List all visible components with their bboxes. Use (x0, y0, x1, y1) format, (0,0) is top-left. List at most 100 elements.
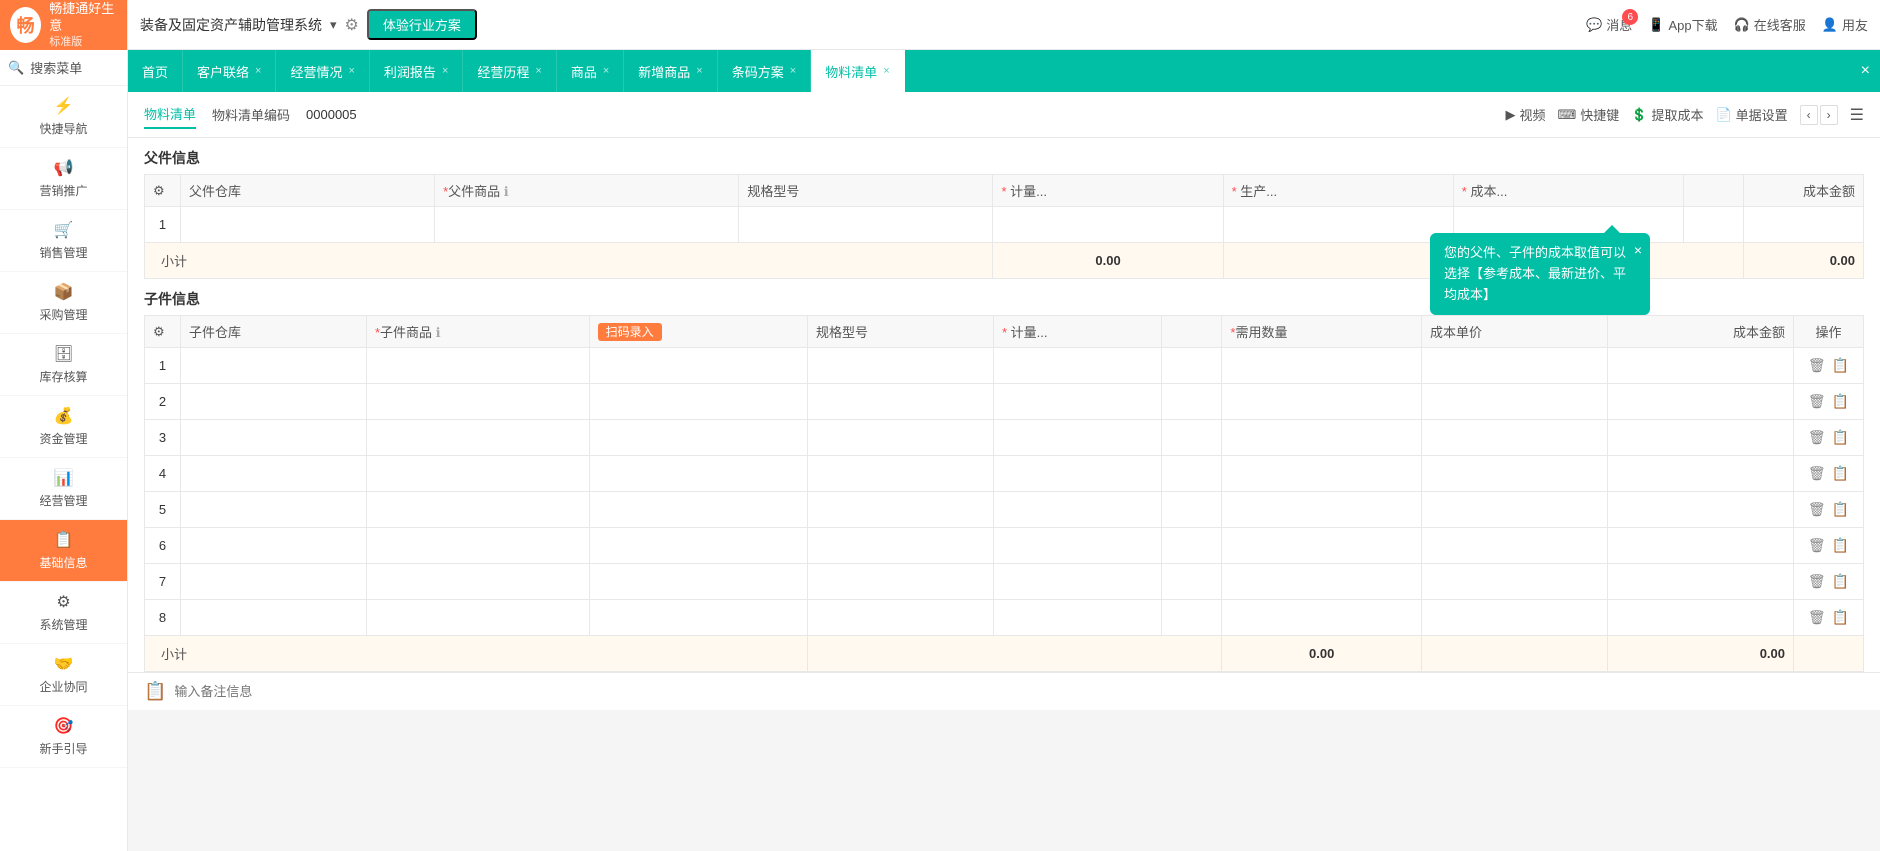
child-row2-spec[interactable] (807, 384, 993, 420)
child-row8-product[interactable] (366, 600, 589, 636)
prev-button[interactable]: ‹ (1800, 105, 1818, 125)
child-row7-product[interactable] (366, 564, 589, 600)
child-row6-product[interactable] (366, 528, 589, 564)
child-row8-unit-cost[interactable] (1422, 600, 1608, 636)
tab-barcode-close[interactable]: × (790, 65, 796, 77)
next-button[interactable]: › (1820, 105, 1838, 125)
child-col-scan[interactable]: 扫码录入 (589, 316, 807, 348)
child-row6-unit[interactable] (993, 528, 1161, 564)
tab-customer[interactable]: 客户联络 × (183, 50, 276, 92)
tab-home[interactable]: 首页 (128, 50, 183, 92)
child-col-settings[interactable]: ⚙ (145, 316, 181, 348)
copy-icon[interactable]: 📋 (1832, 609, 1849, 626)
delete-icon[interactable]: 🗑 (1808, 429, 1826, 446)
child-row4-unit[interactable] (993, 456, 1161, 492)
sidebar-item-system[interactable]: ⚙ 系统管理 (0, 582, 127, 644)
copy-icon[interactable]: 📋 (1832, 573, 1849, 590)
child-row1-unit[interactable] (993, 348, 1161, 384)
child-row3-warehouse[interactable] (181, 420, 367, 456)
child-row2-warehouse[interactable] (181, 384, 367, 420)
sidebar-item-search[interactable]: 🔍 搜索菜单 (0, 50, 127, 86)
tab-customer-close[interactable]: × (255, 65, 261, 77)
sidebar-item-collab[interactable]: 🤝 企业协同 (0, 644, 127, 706)
copy-icon[interactable]: 📋 (1832, 357, 1849, 374)
child-row7-unit-cost[interactable] (1422, 564, 1608, 600)
child-row1-qty[interactable] (1222, 348, 1422, 384)
single-setup-button[interactable]: 📄 单据设置 (1715, 105, 1787, 124)
child-row1-warehouse[interactable] (181, 348, 367, 384)
delete-icon[interactable]: 🗑 (1808, 609, 1826, 626)
child-row6-unit-cost[interactable] (1422, 528, 1608, 564)
child-row3-spec[interactable] (807, 420, 993, 456)
child-row3-unit-cost[interactable] (1422, 420, 1608, 456)
child-row5-warehouse[interactable] (181, 492, 367, 528)
scan-button[interactable]: 扫码录入 (598, 323, 662, 341)
child-row5-qty[interactable] (1222, 492, 1422, 528)
shortcut-button[interactable]: ⌨ 快捷键 (1557, 105, 1619, 124)
child-row5-unit-cost[interactable] (1422, 492, 1608, 528)
parent-row-production[interactable] (1223, 207, 1453, 243)
child-row8-unit[interactable] (993, 600, 1161, 636)
delete-icon[interactable]: 🗑 (1808, 357, 1826, 374)
tab-goods-close[interactable]: × (603, 65, 609, 77)
child-row3-unit[interactable] (993, 420, 1161, 456)
close-all-tabs-button[interactable]: × (1851, 62, 1880, 80)
child-row8-spec[interactable] (807, 600, 993, 636)
child-row7-unit[interactable] (993, 564, 1161, 600)
tab-new-goods-close[interactable]: × (696, 65, 702, 77)
sidebar-item-inventory[interactable]: 🗄 库存核算 (0, 334, 127, 396)
parent-col-settings[interactable]: ⚙ (145, 175, 181, 207)
tooltip-close-button[interactable]: × (1634, 239, 1642, 261)
system-dropdown[interactable]: ▾ (330, 17, 337, 33)
parent-row-unit[interactable] (993, 207, 1223, 243)
page-tab-bom-code[interactable]: 物料清单编码 (212, 101, 290, 128)
child-row5-product[interactable] (366, 492, 589, 528)
parent-row-warehouse[interactable] (181, 207, 435, 243)
parent-row-product[interactable] (435, 207, 739, 243)
child-row8-qty[interactable] (1222, 600, 1422, 636)
sidebar-item-sales[interactable]: 🛒 销售管理 (0, 210, 127, 272)
tab-profit-close[interactable]: × (442, 65, 448, 77)
tab-operations[interactable]: 经营情况 × (276, 50, 369, 92)
child-row4-unit-cost[interactable] (1422, 456, 1608, 492)
child-row4-spec[interactable] (807, 456, 993, 492)
sidebar-item-quick-nav[interactable]: ⚡ 快捷导航 (0, 86, 127, 148)
parent-row-spec[interactable] (739, 207, 993, 243)
copy-icon[interactable]: 📋 (1832, 537, 1849, 554)
child-row4-qty[interactable] (1222, 456, 1422, 492)
child-row4-product[interactable] (366, 456, 589, 492)
child-row1-spec[interactable] (807, 348, 993, 384)
child-row3-qty[interactable] (1222, 420, 1422, 456)
child-row2-unit[interactable] (993, 384, 1161, 420)
sidebar-item-purchase[interactable]: 📦 采购管理 (0, 272, 127, 334)
child-row7-spec[interactable] (807, 564, 993, 600)
tab-profit[interactable]: 利润报告 × (370, 50, 463, 92)
message-button[interactable]: 💬 消息 6 (1586, 15, 1632, 34)
sidebar-item-basic[interactable]: 📋 基础信息 (0, 520, 127, 582)
sidebar-item-operations[interactable]: 📊 经营管理 (0, 458, 127, 520)
delete-icon[interactable]: 🗑 (1808, 537, 1826, 554)
copy-icon[interactable]: 📋 (1832, 429, 1849, 446)
trial-button[interactable]: 体验行业方案 (367, 9, 477, 40)
child-row8-warehouse[interactable] (181, 600, 367, 636)
user-button[interactable]: 👤 用友 (1822, 15, 1868, 34)
tab-new-goods[interactable]: 新增商品 × (624, 50, 717, 92)
child-row6-warehouse[interactable] (181, 528, 367, 564)
child-row1-product[interactable] (366, 348, 589, 384)
copy-icon[interactable]: 📋 (1832, 465, 1849, 482)
extract-cost-button[interactable]: 💲 提取成本 (1631, 105, 1703, 124)
child-row6-qty[interactable] (1222, 528, 1422, 564)
sidebar-item-guide[interactable]: 🎯 新手引导 (0, 706, 127, 768)
delete-icon[interactable]: 🗑 (1808, 465, 1826, 482)
child-row7-qty[interactable] (1222, 564, 1422, 600)
sidebar-item-marketing[interactable]: 📢 营销推广 (0, 148, 127, 210)
child-row5-spec[interactable] (807, 492, 993, 528)
child-row1-unit-cost[interactable] (1422, 348, 1608, 384)
delete-icon[interactable]: 🗑 (1808, 393, 1826, 410)
tab-bom-close[interactable]: × (883, 65, 889, 77)
child-row6-spec[interactable] (807, 528, 993, 564)
app-download-button[interactable]: 📱 App下载 (1648, 15, 1717, 34)
tab-barcode[interactable]: 条码方案 × (718, 50, 811, 92)
tab-bom[interactable]: 物料清单 × (811, 50, 904, 92)
delete-icon[interactable]: 🗑 (1808, 573, 1826, 590)
